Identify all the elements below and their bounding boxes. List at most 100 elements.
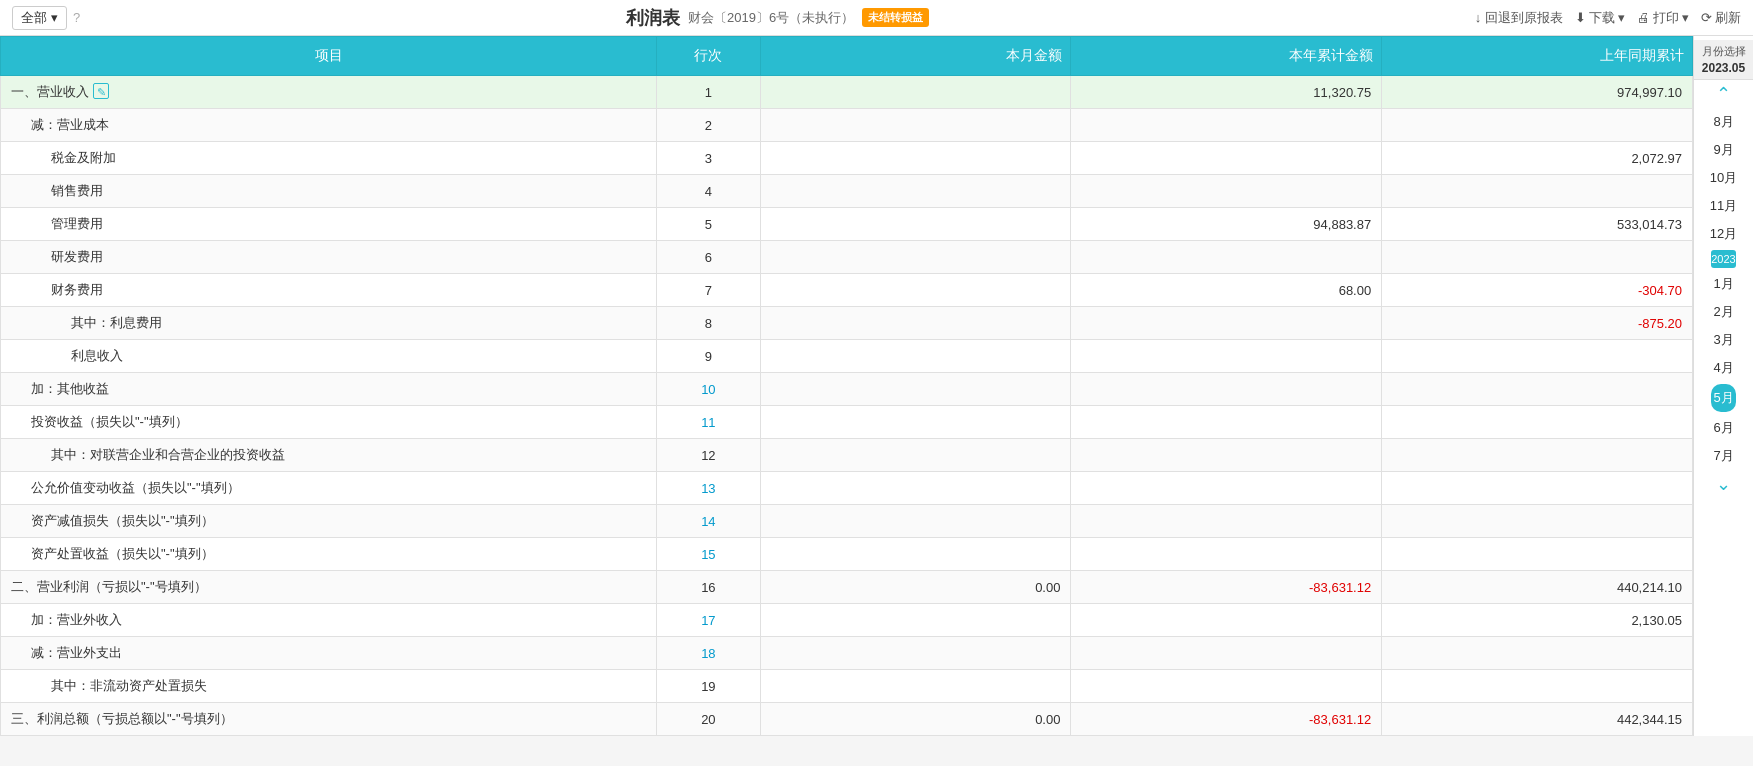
cell-month [760,175,1071,208]
side-month-item[interactable]: 12月 [1707,220,1739,248]
top-bar: 全部 ▾ ? 利润表 财会〔2019〕6号（未执行） 未结转损益 ↓ 回退到原报… [0,0,1753,36]
cell-prev [1382,109,1693,142]
cell-prev [1382,472,1693,505]
table-row: 税金及附加32,072.97 [1,142,1693,175]
cell-item: 销售费用 [1,175,657,208]
table-row: 销售费用4 [1,175,1693,208]
edit-icon[interactable]: ✎ [93,83,109,99]
help-icon[interactable]: ? [73,10,80,25]
side-month-item[interactable]: 4月 [1707,354,1739,382]
table-row: 研发费用6 [1,241,1693,274]
cell-prev [1382,439,1693,472]
cell-rownum[interactable]: 10 [657,373,761,406]
cell-rownum: 20 [657,703,761,736]
month-selector-title: 月份选择 2023.05 [1694,40,1753,80]
cell-rownum[interactable]: 18 [657,637,761,670]
cell-item: 资产减值损失（损失以"-"填列） [1,505,657,538]
side-month-item[interactable]: 9月 [1707,136,1739,164]
refresh-button[interactable]: ⟳ 刷新 [1701,9,1741,27]
cell-rownum[interactable]: 14 [657,505,761,538]
cell-rownum: 2 [657,109,761,142]
cell-rownum[interactable]: 11 [657,406,761,439]
side-month-item[interactable]: 2月 [1707,298,1739,326]
table-row: 其中：非流动资产处置损失19 [1,670,1693,703]
cell-month [760,241,1071,274]
cell-rownum: 1 [657,76,761,109]
side-month-item[interactable]: 1月 [1707,270,1739,298]
cell-rownum[interactable]: 13 [657,472,761,505]
table-row: 利息收入9 [1,340,1693,373]
cell-item: 加：营业外收入 [1,604,657,637]
status-badge: 未结转损益 [862,8,929,27]
table-row: 其中：利息费用8-875.20 [1,307,1693,340]
cell-rownum[interactable]: 17 [657,604,761,637]
cell-month [760,76,1071,109]
cell-month [760,670,1071,703]
cell-year [1071,505,1382,538]
table-row: 减：营业成本2 [1,109,1693,142]
cell-year: 11,320.75 [1071,76,1382,109]
cell-item: 其中：非流动资产处置损失 [1,670,657,703]
side-month-item[interactable]: 6月 [1707,414,1739,442]
cell-month [760,274,1071,307]
cell-year [1071,637,1382,670]
cell-year [1071,307,1382,340]
cell-year [1071,472,1382,505]
table-row: 二、营业利润（亏损以"-"号填列）160.00-83,631.12440,214… [1,571,1693,604]
cell-month [760,406,1071,439]
top-bar-right: ↓ 回退到原报表 ⬇ ⬇ 下载 下载 ▾ 🖨 打印 ▾ ⟳ 刷新 [1475,9,1741,27]
top-bar-left: 全部 ▾ ? [12,6,80,30]
cell-year [1071,175,1382,208]
cell-month [760,109,1071,142]
scope-label: 全部 [21,9,47,27]
cell-year [1071,142,1382,175]
table-row: 其中：对联营企业和合营企业的投资收益12 [1,439,1693,472]
header-year: 本年累计金额 [1071,37,1382,76]
cell-item: 研发费用 [1,241,657,274]
cell-month [760,208,1071,241]
back-button[interactable]: ↓ 回退到原报表 [1475,9,1563,27]
cell-item: 加：其他收益 [1,373,657,406]
cell-item: 财务费用 [1,274,657,307]
table-row: 财务费用768.00-304.70 [1,274,1693,307]
cell-prev [1382,505,1693,538]
side-month-item[interactable]: 2023 [1711,250,1735,268]
header-prev: 上年同期累计 [1382,37,1693,76]
side-month-item[interactable]: 5月 [1711,384,1735,412]
cell-prev: -875.20 [1382,307,1693,340]
cell-rownum[interactable]: 15 [657,538,761,571]
cell-year [1071,670,1382,703]
download-icon: ⬇ [1575,10,1586,25]
refresh-icon: ⟳ [1701,10,1712,25]
page-title: 利润表 [626,6,680,30]
side-month-item[interactable]: 8月 [1707,108,1739,136]
download-button[interactable]: ⬇ ⬇ 下载 下载 ▾ [1575,9,1625,27]
cell-item: 二、营业利润（亏损以"-"号填列） [1,571,657,604]
cell-prev [1382,241,1693,274]
scope-selector[interactable]: 全部 ▾ [12,6,67,30]
cell-prev: 974,997.10 [1382,76,1693,109]
cell-prev [1382,538,1693,571]
side-month-item[interactable]: 10月 [1707,164,1739,192]
print-button[interactable]: 🖨 打印 ▾ [1637,9,1689,27]
table-row: 资产减值损失（损失以"-"填列）14 [1,505,1693,538]
header-rownum: 行次 [657,37,761,76]
cell-rownum: 9 [657,340,761,373]
cell-prev [1382,340,1693,373]
table-row: 三、利润总额（亏损总额以"-"号填列）200.00-83,631.12442,3… [1,703,1693,736]
side-month-item[interactable]: 3月 [1707,326,1739,354]
cell-item: 一、营业收入✎ [1,76,657,109]
scroll-down-button[interactable]: ⌄ [1713,470,1734,498]
side-month-item[interactable]: 11月 [1707,192,1739,220]
cell-year: 94,883.87 [1071,208,1382,241]
dropdown-icon: ▾ [51,10,58,25]
cell-item: 其中：利息费用 [1,307,657,340]
title-area: 利润表 财会〔2019〕6号（未执行） 未结转损益 [626,6,929,30]
cell-year [1071,604,1382,637]
cell-prev [1382,175,1693,208]
side-month-item[interactable]: 7月 [1707,442,1739,470]
scroll-up-button[interactable]: ⌃ [1713,80,1734,108]
table-row: 加：营业外收入172,130.05 [1,604,1693,637]
cell-prev: 2,072.97 [1382,142,1693,175]
month-list: 8月9月10月11月12月 2023 1月2月3月4月5月6月7月 [1707,108,1739,470]
